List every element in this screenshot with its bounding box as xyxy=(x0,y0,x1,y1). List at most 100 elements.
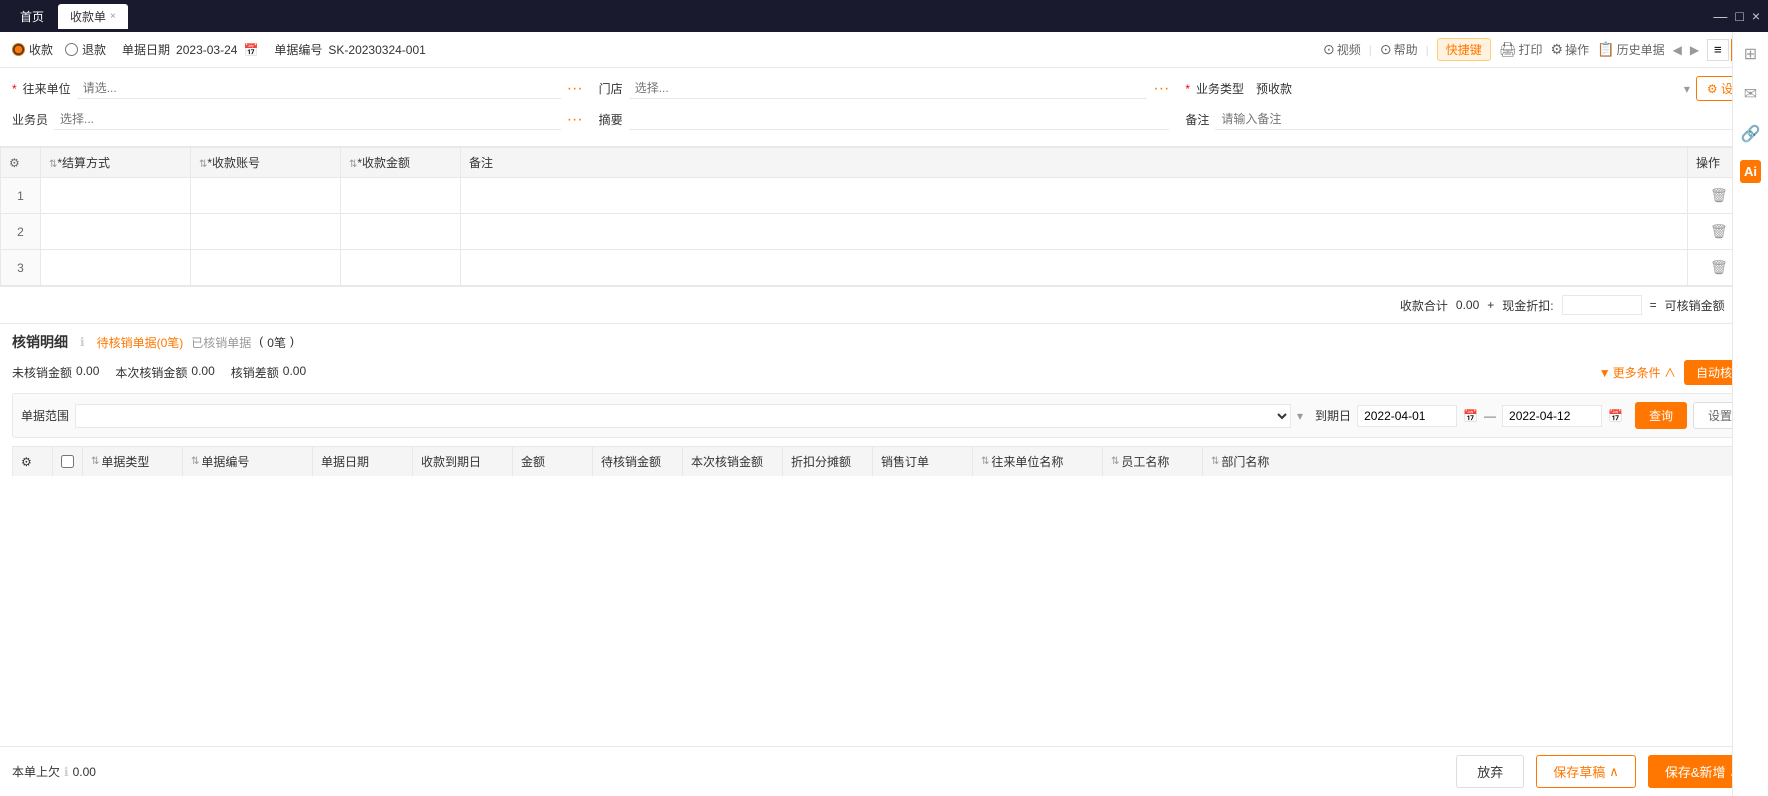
video-icon: ⊙ xyxy=(1323,41,1335,58)
receipt-account-header: ⇅*收款账号 xyxy=(191,148,341,178)
diff-stat: 核销差额 0.00 xyxy=(231,364,306,381)
print-link[interactable]: 🖨 打印 xyxy=(1499,41,1543,58)
refund-radio-label: 退款 xyxy=(82,41,106,58)
store-input[interactable] xyxy=(629,78,1148,99)
payment-method-2[interactable] xyxy=(41,214,191,250)
bottom-bar: 本单上欠 ℹ 0.00 放弃 保存草稿 ∧ 保存&新增 ∧ xyxy=(0,746,1768,796)
history-icon: 📋 xyxy=(1597,41,1614,58)
link-icon[interactable]: 🔗 xyxy=(1737,120,1765,148)
remarks-3[interactable] xyxy=(461,250,1688,286)
amount-2[interactable] xyxy=(341,214,461,250)
maximize-icon[interactable]: □ xyxy=(1735,8,1743,24)
history-link[interactable]: 📋 历史单据 xyxy=(1597,41,1664,58)
doc-number-value: SK-20230324-001 xyxy=(328,43,425,57)
current-value: 0.00 xyxy=(191,364,214,381)
doc-range-chevron[interactable] xyxy=(1297,409,1303,423)
pending-count: 0笔 xyxy=(161,336,180,350)
delete-icon-1[interactable]: 🗑 xyxy=(1710,187,1728,203)
table-row: 1 🗑 ⧉ xyxy=(1,178,1768,214)
list-view-button[interactable]: ≡ xyxy=(1707,39,1729,61)
active-tab[interactable]: 收款单 × xyxy=(58,4,128,29)
per-page-label: 本单上欠 xyxy=(12,763,60,780)
row-num-3: 3 xyxy=(1,250,41,286)
due-date-to[interactable] xyxy=(1502,405,1602,427)
bth-amount: 金额 xyxy=(513,447,593,476)
discount-label: 现金折扣: xyxy=(1502,297,1553,314)
receipt-account-2[interactable] xyxy=(191,214,341,250)
staff-field: 业务员 ··· xyxy=(12,109,583,130)
amount-3[interactable] xyxy=(341,250,461,286)
biz-type-dropdown-icon[interactable]: ▾ xyxy=(1684,82,1690,96)
store-more-icon[interactable]: ··· xyxy=(1153,80,1169,98)
staff-more-icon[interactable]: ··· xyxy=(567,111,583,129)
receipt-radio-input[interactable] xyxy=(12,43,25,56)
delete-icon-2[interactable]: 🗑 xyxy=(1710,223,1728,239)
filter-row: 单据范围 到期日 📅 — 📅 查询 设置 xyxy=(12,393,1756,438)
bth-counterparty: ⇅往来单位名称 xyxy=(973,447,1103,476)
shortcut-button[interactable]: 快捷键 xyxy=(1437,38,1491,61)
reconcile-info-icon[interactable]: ℹ xyxy=(80,335,85,349)
calendar-from-icon[interactable]: 📅 xyxy=(1463,409,1478,423)
right-sidebar: ⊞ ✉ 🔗 Ai xyxy=(1732,32,1768,796)
query-button[interactable]: 查询 xyxy=(1635,402,1687,429)
staff-input[interactable] xyxy=(54,109,561,130)
top-nav: 首页 收款单 × — □ × xyxy=(0,0,1768,32)
remarks-2[interactable] xyxy=(461,214,1688,250)
discount-input[interactable] xyxy=(1562,295,1642,315)
counterparty-label: 往来单位 xyxy=(23,80,71,97)
minimize-icon[interactable]: — xyxy=(1713,8,1727,24)
counterparty-input[interactable] xyxy=(77,78,561,99)
bth-checkbox[interactable] xyxy=(53,447,83,476)
amount-1[interactable] xyxy=(341,178,461,214)
bth-sales-order: 销售订单 xyxy=(873,447,973,476)
remarks-1[interactable] xyxy=(461,178,1688,214)
counterparty-more-icon[interactable]: ··· xyxy=(567,80,583,98)
pending-tab[interactable]: 待核销单据(0笔) xyxy=(97,334,184,351)
reconcile-tabs: 待核销单据(0笔) 已核销单据(0笔) xyxy=(97,334,294,351)
table-icon[interactable]: ⊞ xyxy=(1740,40,1761,68)
remarks-label: 备注 xyxy=(1185,111,1209,128)
video-link[interactable]: ⊙ 视频 xyxy=(1323,41,1361,58)
settings-col-header[interactable]: ⚙ xyxy=(1,148,41,178)
save-draft-button[interactable]: 保存草稿 ∧ xyxy=(1536,755,1636,788)
toolbar-right: ⊙ 视频 | ⊙ 帮助 | 快捷键 🖨 打印 ⚙ 操作 📋 历史单据 ◀ xyxy=(1323,38,1756,61)
close-window-icon[interactable]: × xyxy=(1752,8,1760,24)
receipt-account-1[interactable] xyxy=(191,178,341,214)
bth-doc-num: ⇅单据编号 xyxy=(183,447,313,476)
receipt-radio-label: 收款 xyxy=(29,41,53,58)
bth-settings[interactable]: ⚙ xyxy=(13,447,53,476)
delete-icon-3[interactable]: 🗑 xyxy=(1710,259,1728,275)
prev-icon[interactable]: ◀ xyxy=(1673,43,1682,57)
table-settings-icon[interactable]: ⚙ xyxy=(9,156,20,170)
close-tab-icon[interactable]: × xyxy=(110,11,116,22)
doc-range-select[interactable] xyxy=(75,404,1291,428)
refund-radio[interactable]: 退款 xyxy=(65,41,106,58)
home-tab[interactable]: 首页 xyxy=(8,4,56,29)
ai-icon[interactable]: Ai xyxy=(1740,160,1761,183)
receipt-radio[interactable]: 收款 xyxy=(12,41,53,58)
help-link[interactable]: ⊙ 帮助 xyxy=(1380,41,1418,58)
operation-link[interactable]: ⚙ 操作 xyxy=(1551,41,1590,58)
per-page-icon[interactable]: ℹ xyxy=(64,765,69,779)
bth-rec-date: 收款到期日 xyxy=(413,447,513,476)
mail-icon[interactable]: ✉ xyxy=(1740,80,1761,108)
payment-method-3[interactable] xyxy=(41,250,191,286)
more-filter-button[interactable]: ▼ 更多条件 ∧ xyxy=(1599,364,1676,381)
form-row-1: * 往来单位 ··· 门店 ··· * 业务类型 预收款 ▾ ⚙ 设置 xyxy=(12,76,1756,101)
receipt-account-3[interactable] xyxy=(191,250,341,286)
next-icon[interactable]: ▶ xyxy=(1690,43,1699,57)
reconcile-header: 核销明细 ℹ 待核销单据(0笔) 已核销单据(0笔) xyxy=(12,332,1756,352)
operation-label: 操作 xyxy=(1565,41,1589,58)
remarks-input[interactable] xyxy=(1215,109,1756,130)
refund-radio-input[interactable] xyxy=(65,43,78,56)
calendar-icon[interactable]: 📅 xyxy=(243,43,258,57)
memo-input[interactable] xyxy=(629,109,1170,130)
due-date-from[interactable] xyxy=(1357,405,1457,427)
select-all-checkbox[interactable] xyxy=(61,455,74,468)
abandon-button[interactable]: 放弃 xyxy=(1456,755,1524,788)
toolbar: 收款 退款 单据日期 2023-03-24 📅 单据编号 SK-20230324… xyxy=(0,32,1768,68)
payment-method-1[interactable] xyxy=(41,178,191,214)
calendar-to-icon[interactable]: 📅 xyxy=(1608,409,1623,423)
bth-dept: ⇅部门名称 xyxy=(1203,447,1755,476)
print-icon: 🖨 xyxy=(1499,41,1517,58)
